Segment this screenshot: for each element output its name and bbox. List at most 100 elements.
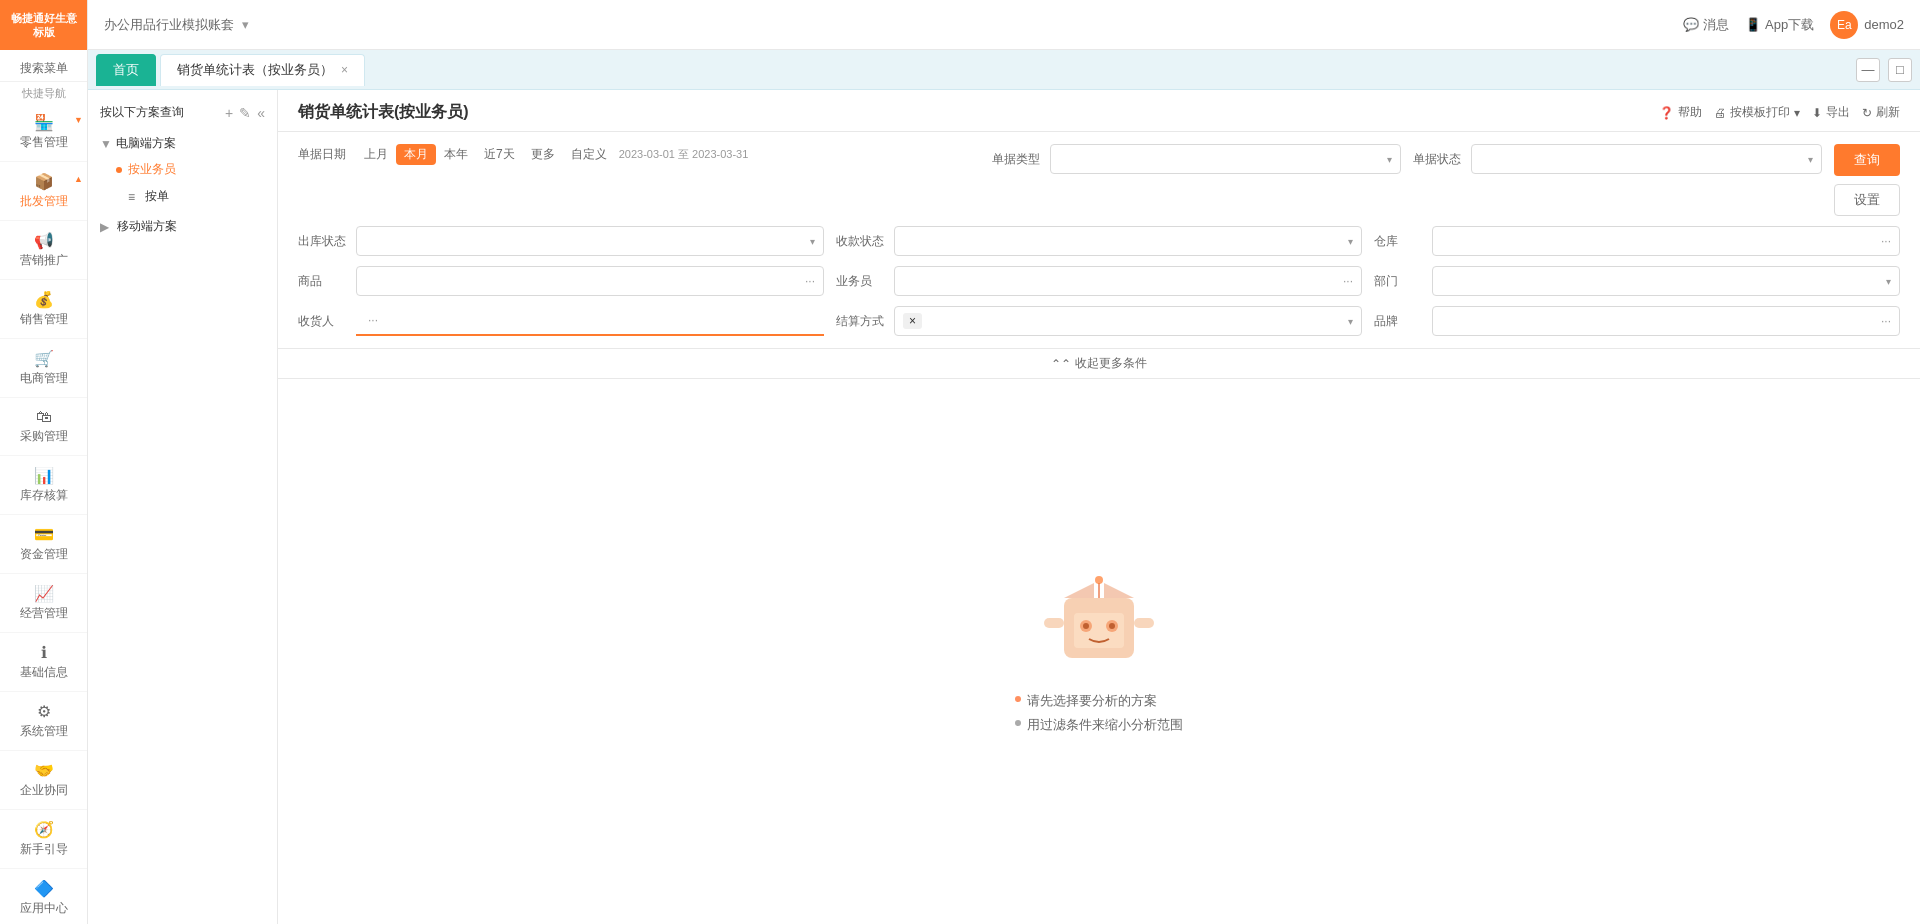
sidebar-item-purchase[interactable]: 🛍 采购管理 <box>0 398 87 456</box>
sidebar-item-apps[interactable]: 🔷 应用中心 <box>0 869 87 924</box>
app-logo: 畅捷通好生意标版 <box>0 0 87 50</box>
user-menu[interactable]: Ea demo2 <box>1830 11 1904 39</box>
guide-icon: 🧭 <box>34 820 54 839</box>
sidebar: 畅捷通好生意标版 搜索菜单 快捷导航 🏪 零售管理 ▼ 📦 批发管理 ▲ 📢 营… <box>0 0 88 924</box>
settlement-select[interactable]: × ▾ <box>894 306 1362 336</box>
goods-input[interactable]: ··· <box>356 266 824 296</box>
help-btn[interactable]: ❓ 帮助 <box>1659 104 1702 121</box>
company-dropdown-icon[interactable]: ▾ <box>242 17 249 32</box>
download-icon: 📱 <box>1745 17 1761 32</box>
sidebar-item-retail[interactable]: 🏪 零售管理 ▼ <box>0 103 87 162</box>
filter-receiver-group: 收货人 ··· <box>298 306 824 336</box>
tab-home-label: 首页 <box>113 61 139 79</box>
sidebar-item-enterprise[interactable]: 🤝 企业协同 <box>0 751 87 810</box>
chevron-down-icon: ▾ <box>1886 276 1891 287</box>
date-btn-7days[interactable]: 近7天 <box>476 144 523 165</box>
page-title: 销货单统计表(按业务员) <box>298 102 469 123</box>
scheme-group-pc-header[interactable]: ▼ 电脑端方案 <box>88 131 277 156</box>
date-btn-this-year[interactable]: 本年 <box>436 144 476 165</box>
help-icon: ❓ <box>1659 106 1674 120</box>
svg-rect-7 <box>1134 618 1154 628</box>
sidebar-item-label: 资金管理 <box>20 546 68 563</box>
sidebar-search-section[interactable]: 搜索菜单 <box>0 50 87 82</box>
sidebar-item-label: 应用中心 <box>20 900 68 917</box>
scheme-group-pc: ▼ 电脑端方案 按业务员 ≡ 按单 <box>88 131 277 210</box>
svg-point-9 <box>1095 576 1103 584</box>
tab-bar: 首页 销货单统计表（按业务员） × — □ <box>88 50 1920 90</box>
avatar: Ea <box>1830 11 1858 39</box>
sidebar-item-sales[interactable]: 💰 销售管理 <box>0 280 87 339</box>
messages-label: 消息 <box>1703 16 1729 34</box>
add-scheme-btn[interactable]: + <box>225 105 233 121</box>
brand-dots: ··· <box>1881 314 1891 328</box>
message-icon: 💬 <box>1683 17 1699 32</box>
doc-type-label: 单据类型 <box>992 151 1042 168</box>
sidebar-item-marketing[interactable]: 📢 营销推广 <box>0 221 87 280</box>
print-btn[interactable]: 🖨 按模板打印 ▾ <box>1714 104 1800 121</box>
brand-input[interactable]: ··· <box>1432 306 1900 336</box>
warehouse-dots: ··· <box>1881 234 1891 248</box>
empty-illustration <box>1039 563 1159 676</box>
date-label: 单据日期 <box>298 146 348 163</box>
collapse-label: 收起更多条件 <box>1075 355 1147 372</box>
sidebar-item-system[interactable]: ⚙ 系统管理 <box>0 692 87 751</box>
expand-icon: ▼ <box>74 115 83 125</box>
chevron-down-icon: ▾ <box>1387 154 1392 165</box>
date-btn-last-month[interactable]: 上月 <box>356 144 396 165</box>
filter-goods-group: 商品 ··· <box>298 266 824 296</box>
tab-home[interactable]: 首页 <box>96 54 156 86</box>
salesperson-input[interactable]: ··· <box>894 266 1362 296</box>
sidebar-item-finance[interactable]: 💳 资金管理 <box>0 515 87 574</box>
collapse-panel-btn[interactable]: « <box>257 105 265 121</box>
tab-sales-stats[interactable]: 销货单统计表（按业务员） × <box>160 54 365 86</box>
payment-status-select[interactable]: ▾ <box>894 226 1362 256</box>
query-btn[interactable]: 查询 <box>1834 144 1900 176</box>
scheme-item-order[interactable]: ≡ 按单 <box>88 183 277 210</box>
avatar-text: Ea <box>1837 18 1852 32</box>
doc-status-select[interactable]: ▾ <box>1471 144 1822 174</box>
date-btn-this-month[interactable]: 本月 <box>396 144 436 165</box>
doc-type-select[interactable]: ▾ <box>1050 144 1401 174</box>
warehouse-input[interactable]: ··· <box>1432 226 1900 256</box>
scheme-item-salesperson[interactable]: 按业务员 <box>88 156 277 183</box>
settlement-tag-close[interactable]: × <box>909 314 916 328</box>
hint-1-text: 请先选择要分析的方案 <box>1027 692 1157 710</box>
department-select[interactable]: ▾ <box>1432 266 1900 296</box>
sidebar-item-inventory[interactable]: 📊 库存核算 <box>0 456 87 515</box>
sidebar-item-basic-info[interactable]: ℹ 基础信息 <box>0 633 87 692</box>
filter-doc-status-group: 单据状态 ▾ <box>1413 144 1822 174</box>
sidebar-item-ecommerce[interactable]: 🛒 电商管理 <box>0 339 87 398</box>
sidebar-item-operations[interactable]: 📈 经营管理 <box>0 574 87 633</box>
tab-close-btn[interactable]: × <box>341 63 348 77</box>
print-icon: 🖨 <box>1714 106 1726 120</box>
setting-btn[interactable]: 设置 <box>1834 184 1900 216</box>
stock-status-select[interactable]: ▾ <box>356 226 824 256</box>
export-btn[interactable]: ⬇ 导出 <box>1812 104 1850 121</box>
print-dropdown-icon: ▾ <box>1794 106 1800 120</box>
collapse-bar[interactable]: ⌃⌃ 收起更多条件 <box>278 349 1920 379</box>
date-btn-custom[interactable]: 自定义 <box>563 144 615 165</box>
stock-status-label: 出库状态 <box>298 233 348 250</box>
app-download-label: App下载 <box>1765 16 1814 34</box>
date-btn-more[interactable]: 更多 <box>523 144 563 165</box>
page-header: 销货单统计表(按业务员) ❓ 帮助 🖨 按模板打印 ▾ ⬇ 导出 <box>278 90 1920 132</box>
sidebar-item-guide[interactable]: 🧭 新手引导 <box>0 810 87 869</box>
refresh-btn[interactable]: ↻ 刷新 <box>1862 104 1900 121</box>
payment-status-label: 收款状态 <box>836 233 886 250</box>
receiver-input[interactable]: ··· <box>356 306 824 336</box>
scheme-group-mobile-header[interactable]: ▶ 移动端方案 <box>88 214 277 239</box>
tab-minimize-btn[interactable]: — <box>1856 58 1880 82</box>
app-download-btn[interactable]: 📱 App下载 <box>1745 16 1814 34</box>
sidebar-item-wholesale[interactable]: 📦 批发管理 ▲ <box>0 162 87 221</box>
sidebar-item-label: 经营管理 <box>20 605 68 622</box>
hint-2-text: 用过滤条件来缩小分析范围 <box>1027 716 1183 734</box>
sidebar-item-label: 营销推广 <box>20 252 68 269</box>
wholesale-icon: 📦 <box>34 172 54 191</box>
salesperson-label: 业务员 <box>836 273 886 290</box>
department-label: 部门 <box>1374 273 1424 290</box>
panel-header-label: 按以下方案查询 <box>100 104 184 121</box>
messages-btn[interactable]: 💬 消息 <box>1683 16 1729 34</box>
edit-scheme-btn[interactable]: ✎ <box>239 105 251 121</box>
scheme-item-label: 按业务员 <box>128 161 176 178</box>
tab-maximize-btn[interactable]: □ <box>1888 58 1912 82</box>
